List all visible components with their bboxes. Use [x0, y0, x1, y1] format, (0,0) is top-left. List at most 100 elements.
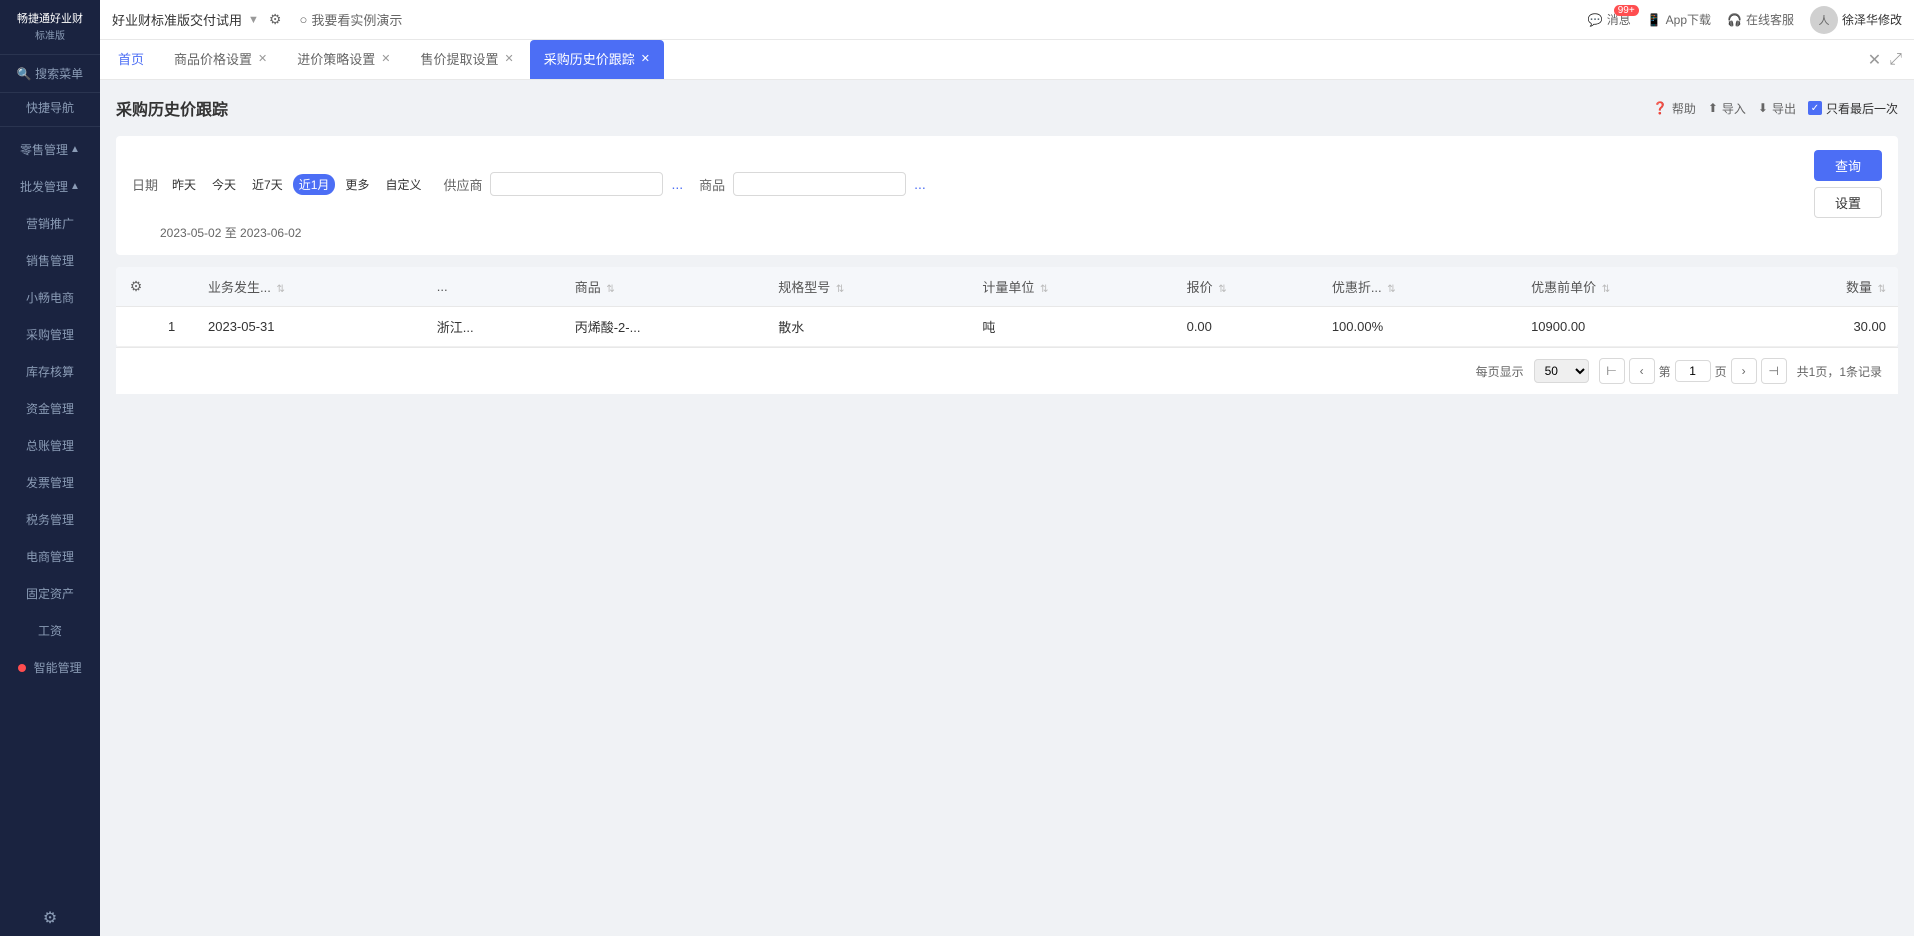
date-options: 昨天 今天 近7天 近1月 更多 自定义 — [166, 174, 427, 195]
online-service-button[interactable]: 🎧 在线客服 — [1727, 11, 1794, 28]
col-date-sort-icon[interactable]: ⇅ — [276, 284, 284, 295]
row-quantity-cell: 30.00 — [1753, 307, 1898, 347]
table-body: 1 2023-05-31 浙江... 丙烯酸-2-... 散水 吨 0.00 1… — [116, 307, 1898, 347]
filter-row: 日期 昨天 今天 近7天 近1月 更多 自定义 供应商 ... — [132, 150, 1882, 218]
date-opt-custom[interactable]: 自定义 — [379, 174, 427, 195]
goods-filter-label: 商品 — [699, 175, 725, 194]
page-last-button[interactable]: ⊣ — [1761, 358, 1787, 384]
sidebar-bottom: ⚙ — [0, 900, 100, 936]
supplier-input[interactable] — [490, 172, 663, 196]
page-total: 共1页，1条记录 — [1797, 363, 1882, 380]
version-selector[interactable]: 好业财标准版交付试用 ▼ — [112, 10, 259, 29]
page-prev-button[interactable]: ‹ — [1629, 358, 1655, 384]
col-settings-icon[interactable]: ⚙ — [130, 278, 143, 294]
main-area: 好业财标准版交付试用 ▼ ⚙ ○ 我要看实例演示 💬 消息 99+ 📱 App下… — [100, 0, 1914, 936]
sidebar-item-wholesale[interactable]: 批发管理 ▲ — [0, 168, 100, 205]
sidebar-item-smart[interactable]: 智能管理 — [0, 649, 100, 686]
date-opt-yesterday[interactable]: 昨天 — [166, 174, 202, 195]
retail-arrow: ▲ — [70, 144, 80, 155]
sidebar-item-invoice[interactable]: 发票管理 — [0, 464, 100, 501]
col-quantity-sort-icon[interactable]: ⇅ — [1878, 284, 1886, 295]
sidebar-item-finance[interactable]: 资金管理 — [0, 390, 100, 427]
sidebar-item-tax[interactable]: 税务管理 — [0, 501, 100, 538]
page-label-post: 页 — [1715, 363, 1727, 380]
sidebar-item-retail[interactable]: 零售管理 ▲ — [0, 131, 100, 168]
col-supplier-sort-icon[interactable]: ⇅ — [606, 284, 614, 295]
col-settings: ⚙ — [116, 267, 156, 307]
import-button[interactable]: ⬆ 导入 — [1708, 100, 1746, 117]
sidebar-settings-button[interactable]: ⚙ — [8, 908, 92, 928]
help-button[interactable]: ❓ 帮助 — [1653, 100, 1696, 117]
col-quantity: 数量 ⇅ — [1753, 267, 1898, 307]
tab-close-all-icon[interactable]: ✕ — [1868, 50, 1881, 70]
sidebar-item-ledger[interactable]: 总账管理 — [0, 427, 100, 464]
export-label: 导出 — [1772, 100, 1796, 117]
import-label: 导入 — [1722, 100, 1746, 117]
smart-dot — [18, 664, 26, 672]
sidebar-item-ecommerce-small[interactable]: 小畅电商 — [0, 279, 100, 316]
sidebar-item-marketing[interactable]: 营销推广 — [0, 205, 100, 242]
sidebar-item-inventory[interactable]: 库存核算 — [0, 353, 100, 390]
col-goods-sort-icon[interactable]: ⇅ — [836, 284, 844, 295]
export-button[interactable]: ⬇ 导出 — [1758, 100, 1796, 117]
tab-home-label: 首页 — [118, 49, 144, 68]
date-opt-last7[interactable]: 近7天 — [246, 174, 289, 195]
tab-price-close-icon[interactable]: ✕ — [258, 52, 267, 65]
page-label-pre: 第 — [1659, 363, 1671, 380]
col-date: 业务发生... ⇅ — [196, 267, 425, 307]
help-label: 帮助 — [1672, 100, 1696, 117]
col-discount-price-sort-icon[interactable]: ⇅ — [1602, 284, 1610, 295]
tab-sale-price[interactable]: 售价提取设置 ✕ — [406, 40, 527, 79]
tab-price[interactable]: 商品价格设置 ✕ — [160, 40, 281, 79]
per-page-select[interactable]: 50 100 200 — [1534, 359, 1589, 383]
sidebar-item-salary[interactable]: 工资 — [0, 612, 100, 649]
app-download-button[interactable]: 📱 App下载 — [1647, 11, 1711, 28]
tab-home[interactable]: 首页 — [104, 40, 158, 79]
tab-strategy-close-icon[interactable]: ✕ — [381, 52, 390, 65]
col-discount-pct-sort-icon[interactable]: ⇅ — [1387, 284, 1395, 295]
tab-sale-price-close-icon[interactable]: ✕ — [505, 52, 514, 65]
query-button[interactable]: 查询 — [1814, 150, 1882, 181]
page-next-button[interactable]: › — [1731, 358, 1757, 384]
topbar-right: 💬 消息 99+ 📱 App下载 🎧 在线客服 人 徐泽华修改 — [1588, 6, 1902, 34]
topbar-gear-icon[interactable]: ⚙ — [269, 11, 282, 28]
pagination-bar: 每页显示 50 100 200 ⊢ ‹ 第 页 › ⊣ 共1页，1条记录 — [116, 347, 1898, 394]
demo-link[interactable]: ○ 我要看实例演示 — [299, 10, 402, 29]
only-last-checkbox[interactable]: ✓ 只看最后一次 — [1808, 100, 1898, 117]
user-profile[interactable]: 人 徐泽华修改 — [1810, 6, 1902, 34]
sidebar-search[interactable]: 🔍 搜索菜单 — [0, 55, 100, 93]
supplier-dots-icon[interactable]: ... — [671, 176, 683, 192]
supplier-filter: 供应商 ... — [443, 172, 683, 196]
import-icon: ⬆ — [1708, 101, 1718, 115]
date-opt-last1m[interactable]: 近1月 — [293, 174, 336, 195]
filter-actions: 查询 设置 — [1814, 150, 1882, 218]
settings-button[interactable]: 设置 — [1814, 187, 1882, 218]
sidebar-item-sales[interactable]: 销售管理 — [0, 242, 100, 279]
col-quote-sort-icon[interactable]: ⇅ — [1218, 284, 1226, 295]
export-icon: ⬇ — [1758, 101, 1768, 115]
col-unit: 计量单位 ⇅ — [970, 267, 1174, 307]
page-input[interactable] — [1675, 360, 1711, 382]
sidebar-item-purchase[interactable]: 采购管理 — [0, 316, 100, 353]
sidebar-item-ecommerce[interactable]: 电商管理 — [0, 538, 100, 575]
tab-purchase-history[interactable]: 采购历史价跟踪 ✕ — [530, 40, 664, 79]
message-button[interactable]: 💬 消息 99+ — [1588, 11, 1631, 28]
row-extra-cell: 浙江... — [425, 307, 563, 347]
tab-maximize-icon[interactable]: ⤢ — [1889, 51, 1902, 69]
date-opt-today[interactable]: 今天 — [206, 174, 242, 195]
goods-input[interactable] — [733, 172, 906, 196]
sidebar-quick-nav[interactable]: 快捷导航 — [0, 93, 100, 122]
sidebar-item-assets[interactable]: 固定资产 — [0, 575, 100, 612]
page-nav: ⊢ ‹ 第 页 › ⊣ — [1599, 358, 1787, 384]
tab-purchase-history-close-icon[interactable]: ✕ — [641, 52, 650, 65]
service-icon: 🎧 — [1727, 13, 1742, 27]
goods-dots-icon[interactable]: ... — [914, 176, 926, 192]
app-icon: 📱 — [1647, 13, 1662, 27]
table-header: ⚙ 业务发生... ⇅ ... 商品 ⇅ — [116, 267, 1898, 307]
tab-strategy[interactable]: 进价策略设置 ✕ — [283, 40, 404, 79]
col-goods: 规格型号 ⇅ — [766, 267, 970, 307]
col-unit-sort-icon[interactable]: ⇅ — [1040, 284, 1048, 295]
page-first-button[interactable]: ⊢ — [1599, 358, 1625, 384]
date-opt-more[interactable]: 更多 — [339, 174, 375, 195]
sidebar-logo: 畅捷通好业财 标准版 — [0, 0, 100, 55]
